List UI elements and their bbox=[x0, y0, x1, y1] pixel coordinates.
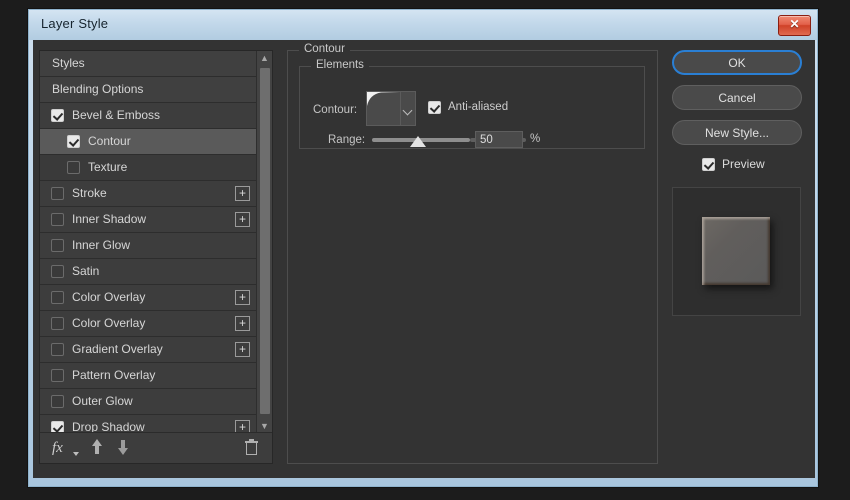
delete-style-button[interactable] bbox=[245, 439, 258, 455]
scrollbar-thumb[interactable] bbox=[260, 68, 270, 414]
styles-toolbar: fx bbox=[40, 432, 272, 463]
elements-group-title: Elements bbox=[311, 59, 369, 71]
ok-button[interactable]: OK bbox=[672, 50, 802, 75]
style-item-label: Inner Shadow bbox=[72, 212, 147, 226]
style-enable-checkbox[interactable] bbox=[51, 317, 64, 330]
style-list-item[interactable]: Satin bbox=[40, 259, 258, 285]
elements-group: Elements Contour: Anti-aliased Range: 50… bbox=[299, 59, 645, 149]
style-enable-checkbox[interactable] bbox=[51, 265, 64, 278]
contour-preset-picker[interactable] bbox=[366, 91, 416, 126]
add-effect-plus-icon[interactable]: + bbox=[235, 342, 250, 357]
style-list-item[interactable]: Outer Glow bbox=[40, 389, 258, 415]
style-enable-checkbox[interactable] bbox=[51, 213, 64, 226]
style-item-label: Color Overlay bbox=[72, 290, 146, 304]
range-unit-label: % bbox=[530, 133, 541, 145]
contour-settings-group: Contour Elements Contour: Anti-aliased R… bbox=[287, 43, 658, 464]
style-list-item[interactable]: Color Overlay + bbox=[40, 285, 258, 311]
style-item-label: Color Overlay bbox=[72, 316, 146, 330]
style-list-item[interactable]: Contour bbox=[40, 129, 258, 155]
style-enable-checkbox[interactable] bbox=[51, 343, 64, 356]
style-item-label: Gradient Overlay bbox=[72, 342, 163, 356]
style-item-label: Texture bbox=[88, 160, 128, 174]
style-list-item[interactable]: Inner Glow bbox=[40, 233, 258, 259]
style-enable-checkbox[interactable] bbox=[51, 239, 64, 252]
add-effect-plus-icon[interactable]: + bbox=[235, 290, 250, 305]
preview-checkbox[interactable]: Preview bbox=[672, 155, 802, 175]
style-item-label: Blending Options bbox=[52, 82, 144, 96]
style-list-item[interactable]: Blending Options bbox=[40, 77, 258, 103]
preview-label: Preview bbox=[722, 157, 765, 171]
style-list-item[interactable]: Texture bbox=[40, 155, 258, 181]
contour-group-title: Contour bbox=[299, 43, 350, 55]
style-item-label: Bevel & Emboss bbox=[72, 108, 161, 122]
style-enable-checkbox[interactable] bbox=[67, 161, 80, 174]
style-enable-checkbox[interactable] bbox=[51, 369, 64, 382]
style-enable-checkbox[interactable] bbox=[51, 291, 64, 304]
style-list-item[interactable]: Gradient Overlay + bbox=[40, 337, 258, 363]
fx-effects-icon[interactable]: fx bbox=[52, 439, 63, 457]
arrow-down-icon bbox=[116, 439, 130, 455]
style-list-item[interactable]: Bevel & Emboss bbox=[40, 103, 258, 129]
style-enable-checkbox[interactable] bbox=[51, 187, 64, 200]
styles-list-viewport: Styles Blending Options Bevel & Emboss Cont… bbox=[40, 51, 274, 434]
fx-dropdown-caret-icon[interactable] bbox=[73, 452, 79, 456]
style-list-item[interactable]: Color Overlay + bbox=[40, 311, 258, 337]
move-style-down-button[interactable] bbox=[116, 439, 130, 455]
style-enable-checkbox[interactable] bbox=[67, 135, 80, 148]
cancel-button[interactable]: Cancel bbox=[672, 85, 802, 110]
close-button[interactable]: ✕ bbox=[778, 15, 811, 36]
scroll-up-icon[interactable]: ▲ bbox=[257, 51, 272, 66]
range-value-input[interactable] bbox=[475, 131, 523, 148]
arrow-up-icon bbox=[90, 439, 104, 455]
contour-curve-icon bbox=[367, 92, 400, 125]
preview-checkbox-box bbox=[702, 158, 715, 171]
add-effect-plus-icon[interactable]: + bbox=[235, 186, 250, 201]
trash-icon bbox=[246, 443, 257, 455]
style-list-item[interactable]: Inner Shadow + bbox=[40, 207, 258, 233]
style-item-label: Outer Glow bbox=[72, 394, 133, 408]
new-style-button[interactable]: New Style... bbox=[672, 120, 802, 145]
style-list-item[interactable]: Pattern Overlay bbox=[40, 363, 258, 389]
styles-list: Styles Blending Options Bevel & Emboss Cont… bbox=[40, 51, 258, 434]
add-effect-plus-icon[interactable]: + bbox=[235, 212, 250, 227]
style-item-label: Stroke bbox=[72, 186, 107, 200]
contour-field-label: Contour: bbox=[313, 104, 358, 116]
style-item-label: Styles bbox=[52, 56, 85, 70]
layer-style-dialog-body: Styles Blending Options Bevel & Emboss Cont… bbox=[33, 40, 815, 478]
range-field-label: Range: bbox=[328, 134, 366, 146]
range-slider-thumb[interactable] bbox=[410, 136, 426, 147]
styles-scrollbar[interactable]: ▲ ▼ bbox=[256, 51, 272, 434]
layer-style-window: Layer Style ✕ Styles Blending Options Beve… bbox=[28, 9, 818, 487]
anti-aliased-checkbox-box bbox=[428, 101, 441, 114]
style-item-label: Contour bbox=[88, 134, 131, 148]
style-item-label: Satin bbox=[72, 264, 100, 278]
contour-curve-thumbnail bbox=[367, 92, 401, 125]
preview-swatch bbox=[702, 217, 770, 285]
style-item-label: Inner Glow bbox=[72, 238, 131, 252]
style-enable-checkbox[interactable] bbox=[51, 395, 64, 408]
close-icon: ✕ bbox=[789, 17, 800, 31]
window-titlebar: Layer Style ✕ bbox=[29, 10, 817, 40]
dialog-actions-column: OK Cancel New Style... Preview bbox=[672, 50, 808, 316]
anti-aliased-label: Anti-aliased bbox=[448, 101, 509, 113]
style-list-item[interactable]: Styles bbox=[40, 51, 258, 77]
contour-dropdown-chevron-down-icon[interactable] bbox=[401, 92, 415, 125]
style-item-label: Pattern Overlay bbox=[72, 368, 156, 382]
move-style-up-button[interactable] bbox=[90, 439, 104, 455]
layer-preview-thumbnail bbox=[672, 187, 801, 316]
add-effect-plus-icon[interactable]: + bbox=[235, 316, 250, 331]
styles-panel: Styles Blending Options Bevel & Emboss Cont… bbox=[39, 50, 273, 464]
style-list-item[interactable]: Stroke + bbox=[40, 181, 258, 207]
window-title: Layer Style bbox=[41, 16, 109, 31]
style-enable-checkbox[interactable] bbox=[51, 109, 64, 122]
